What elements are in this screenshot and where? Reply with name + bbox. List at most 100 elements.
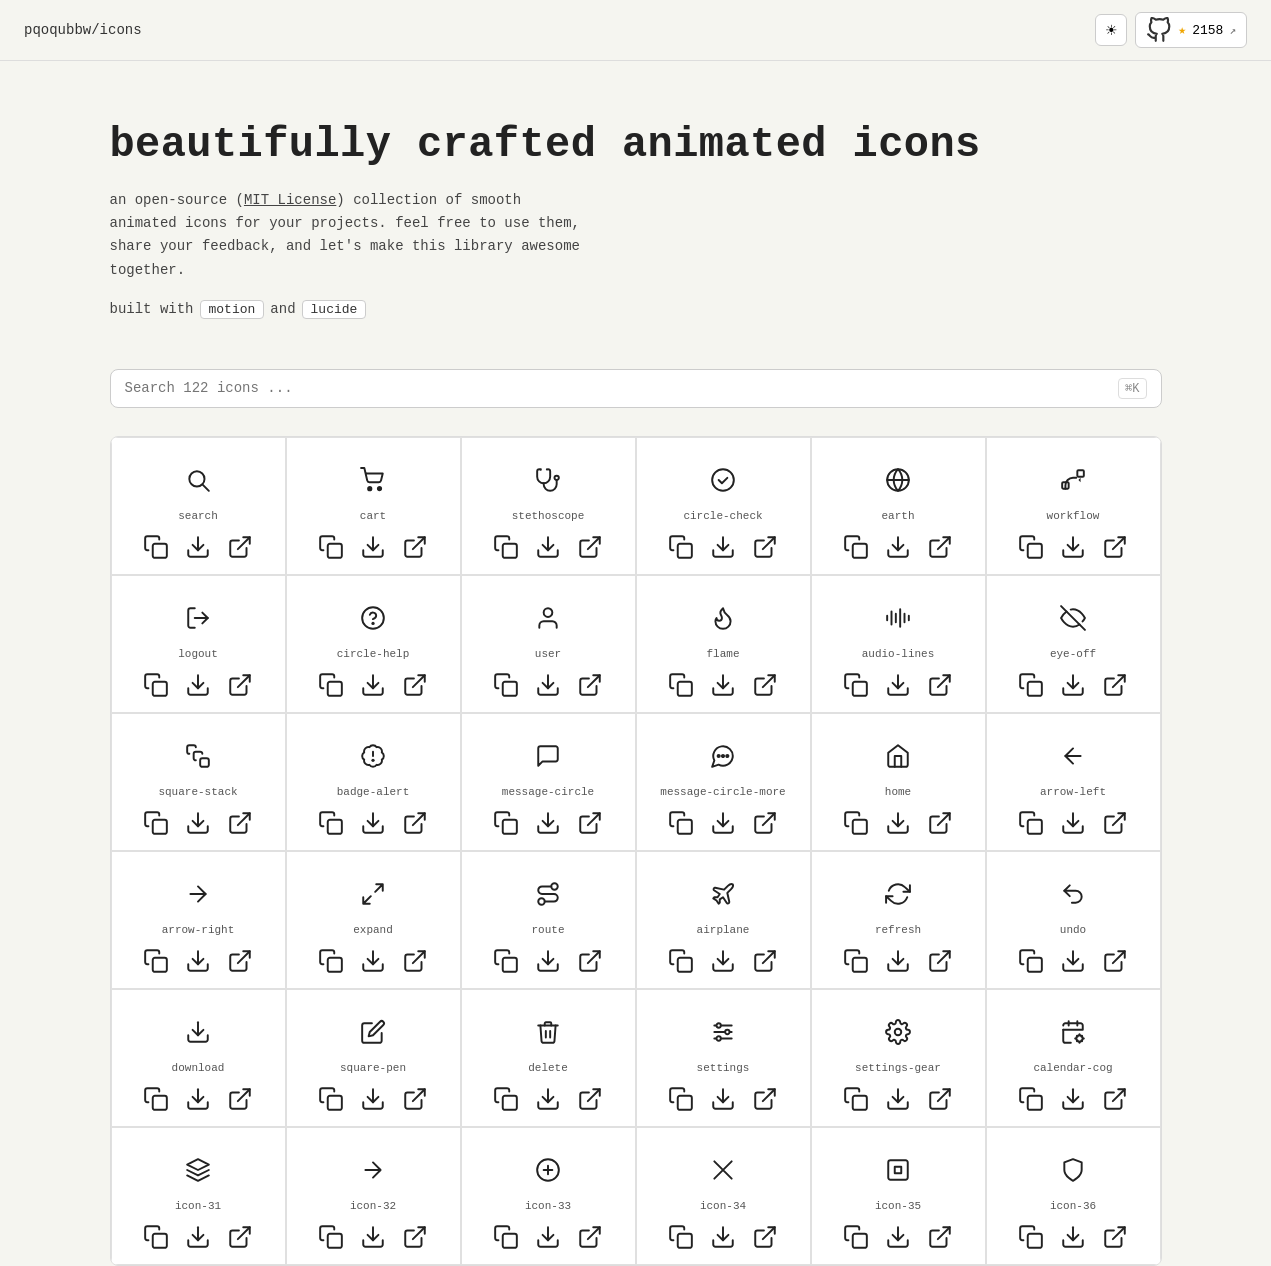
open-button-flame[interactable] <box>750 670 780 700</box>
download-button-arrow-right[interactable] <box>183 946 213 976</box>
open-button-settings-gear[interactable] <box>925 1084 955 1114</box>
download-button-circle-help[interactable] <box>358 670 388 700</box>
download-button-settings-gear[interactable] <box>883 1084 913 1114</box>
download-button-badge-alert[interactable] <box>358 808 388 838</box>
copy-button-search[interactable] <box>141 532 171 562</box>
open-button-earth[interactable] <box>925 532 955 562</box>
download-button-download[interactable] <box>183 1084 213 1114</box>
copy-button-arrow-right[interactable] <box>141 946 171 976</box>
open-button-download[interactable] <box>225 1084 255 1114</box>
copy-button-eye-off[interactable] <box>1016 670 1046 700</box>
download-button-message-circle[interactable] <box>533 808 563 838</box>
copy-button-home[interactable] <box>841 808 871 838</box>
download-button-icon-34[interactable] <box>708 1222 738 1252</box>
open-button-square-pen[interactable] <box>400 1084 430 1114</box>
copy-button-icon-32[interactable] <box>316 1222 346 1252</box>
open-button-refresh[interactable] <box>925 946 955 976</box>
download-button-earth[interactable] <box>883 532 913 562</box>
open-button-eye-off[interactable] <box>1100 670 1130 700</box>
copy-button-icon-35[interactable] <box>841 1222 871 1252</box>
download-button-icon-32[interactable] <box>358 1222 388 1252</box>
open-button-delete[interactable] <box>575 1084 605 1114</box>
open-button-icon-33[interactable] <box>575 1222 605 1252</box>
open-button-stethoscope[interactable] <box>575 532 605 562</box>
mit-license-link[interactable]: MIT License <box>244 192 336 208</box>
download-button-icon-36[interactable] <box>1058 1222 1088 1252</box>
copy-button-logout[interactable] <box>141 670 171 700</box>
copy-button-badge-alert[interactable] <box>316 808 346 838</box>
copy-button-audio-lines[interactable] <box>841 670 871 700</box>
open-button-undo[interactable] <box>1100 946 1130 976</box>
download-button-workflow[interactable] <box>1058 532 1088 562</box>
copy-button-square-pen[interactable] <box>316 1084 346 1114</box>
copy-button-icon-36[interactable] <box>1016 1222 1046 1252</box>
download-button-logout[interactable] <box>183 670 213 700</box>
copy-button-message-circle-more[interactable] <box>666 808 696 838</box>
download-button-route[interactable] <box>533 946 563 976</box>
copy-button-message-circle[interactable] <box>491 808 521 838</box>
download-button-circle-check[interactable] <box>708 532 738 562</box>
download-button-search[interactable] <box>183 532 213 562</box>
open-button-circle-check[interactable] <box>750 532 780 562</box>
download-button-airplane[interactable] <box>708 946 738 976</box>
github-button[interactable]: ★ 2158 ↗ <box>1135 12 1247 48</box>
open-button-logout[interactable] <box>225 670 255 700</box>
copy-button-airplane[interactable] <box>666 946 696 976</box>
copy-button-icon-33[interactable] <box>491 1222 521 1252</box>
download-button-eye-off[interactable] <box>1058 670 1088 700</box>
download-button-settings[interactable] <box>708 1084 738 1114</box>
download-button-message-circle-more[interactable] <box>708 808 738 838</box>
lucide-badge[interactable]: lucide <box>302 300 367 319</box>
open-button-arrow-right[interactable] <box>225 946 255 976</box>
download-button-arrow-left[interactable] <box>1058 808 1088 838</box>
copy-button-user[interactable] <box>491 670 521 700</box>
motion-badge[interactable]: motion <box>200 300 265 319</box>
copy-button-workflow[interactable] <box>1016 532 1046 562</box>
open-button-audio-lines[interactable] <box>925 670 955 700</box>
copy-button-undo[interactable] <box>1016 946 1046 976</box>
copy-button-settings[interactable] <box>666 1084 696 1114</box>
copy-button-expand[interactable] <box>316 946 346 976</box>
download-button-flame[interactable] <box>708 670 738 700</box>
open-button-arrow-left[interactable] <box>1100 808 1130 838</box>
download-button-calendar-cog[interactable] <box>1058 1084 1088 1114</box>
open-button-calendar-cog[interactable] <box>1100 1084 1130 1114</box>
open-button-icon-36[interactable] <box>1100 1222 1130 1252</box>
copy-button-delete[interactable] <box>491 1084 521 1114</box>
download-button-cart[interactable] <box>358 532 388 562</box>
theme-toggle-button[interactable]: ☀ <box>1095 14 1127 46</box>
open-button-user[interactable] <box>575 670 605 700</box>
copy-button-stethoscope[interactable] <box>491 532 521 562</box>
copy-button-cart[interactable] <box>316 532 346 562</box>
download-button-user[interactable] <box>533 670 563 700</box>
open-button-icon-31[interactable] <box>225 1222 255 1252</box>
open-button-cart[interactable] <box>400 532 430 562</box>
copy-button-route[interactable] <box>491 946 521 976</box>
open-button-icon-32[interactable] <box>400 1222 430 1252</box>
open-button-home[interactable] <box>925 808 955 838</box>
open-button-workflow[interactable] <box>1100 532 1130 562</box>
copy-button-icon-31[interactable] <box>141 1222 171 1252</box>
download-button-icon-31[interactable] <box>183 1222 213 1252</box>
open-button-airplane[interactable] <box>750 946 780 976</box>
download-button-icon-33[interactable] <box>533 1222 563 1252</box>
open-button-circle-help[interactable] <box>400 670 430 700</box>
copy-button-circle-check[interactable] <box>666 532 696 562</box>
open-button-expand[interactable] <box>400 946 430 976</box>
open-button-icon-34[interactable] <box>750 1222 780 1252</box>
copy-button-download[interactable] <box>141 1084 171 1114</box>
copy-button-circle-help[interactable] <box>316 670 346 700</box>
open-button-square-stack[interactable] <box>225 808 255 838</box>
open-button-settings[interactable] <box>750 1084 780 1114</box>
download-button-audio-lines[interactable] <box>883 670 913 700</box>
download-button-square-stack[interactable] <box>183 808 213 838</box>
open-button-search[interactable] <box>225 532 255 562</box>
search-input[interactable] <box>125 380 1119 396</box>
download-button-stethoscope[interactable] <box>533 532 563 562</box>
download-button-icon-35[interactable] <box>883 1222 913 1252</box>
open-button-message-circle[interactable] <box>575 808 605 838</box>
copy-button-calendar-cog[interactable] <box>1016 1084 1046 1114</box>
copy-button-earth[interactable] <box>841 532 871 562</box>
download-button-home[interactable] <box>883 808 913 838</box>
download-button-delete[interactable] <box>533 1084 563 1114</box>
